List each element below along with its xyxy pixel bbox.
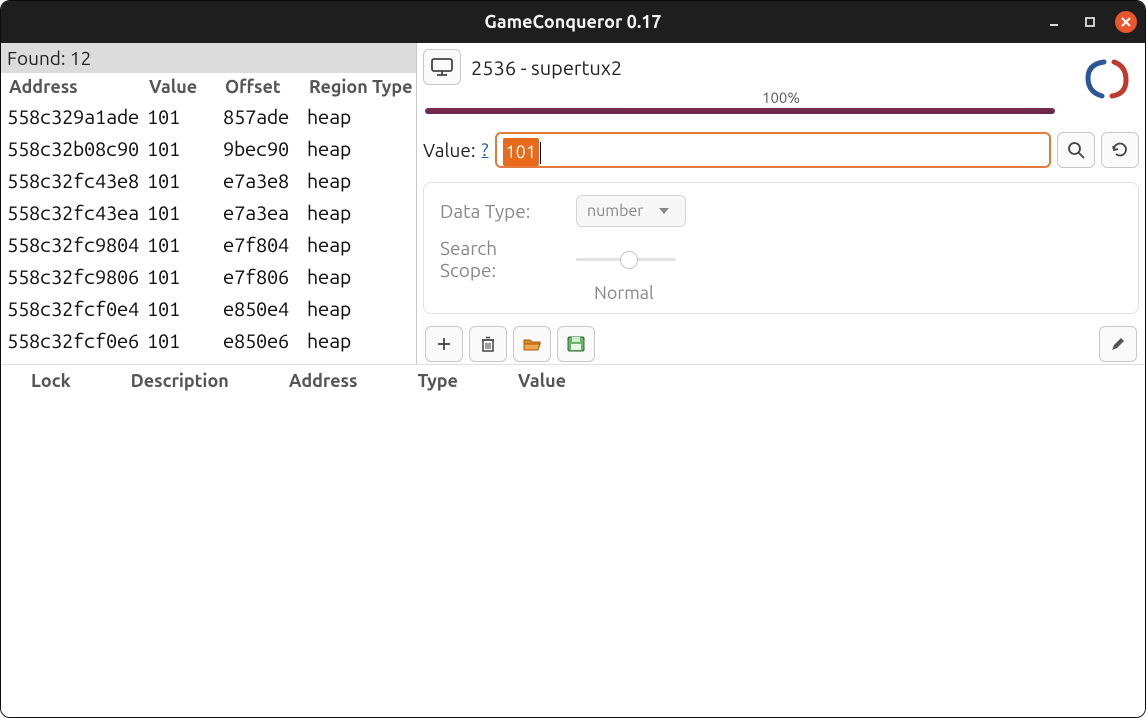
progress-label: 100%	[425, 89, 1137, 106]
cheat-list-header: Lock Description Address Type Value	[1, 364, 1145, 397]
col-offset[interactable]: Offset	[223, 77, 307, 97]
search-scope-label: Search Scope:	[440, 237, 552, 281]
save-icon	[567, 336, 585, 352]
reset-button[interactable]	[1101, 132, 1139, 168]
delete-cheat-button[interactable]	[469, 326, 507, 362]
progress-bar	[425, 108, 1055, 114]
value-input[interactable]: 101	[495, 132, 1051, 168]
window-minimize-button[interactable]	[1043, 11, 1065, 33]
data-type-value: number	[587, 202, 643, 220]
value-help-link[interactable]: ?	[482, 140, 489, 160]
data-type-label: Data Type:	[440, 200, 552, 222]
select-process-button[interactable]	[423, 49, 461, 85]
cell-addr: 558c32fc43ea	[7, 199, 147, 227]
results-row[interactable]: 558c32fcf0e6101e850e6heap	[1, 325, 416, 357]
cell-value: 101	[147, 231, 223, 259]
open-cheats-button[interactable]	[513, 326, 551, 362]
process-label: 2536 - supertux2	[471, 56, 622, 79]
cell-value: 101	[147, 327, 223, 355]
titlebar: GameConqueror 0.17	[1, 1, 1145, 43]
cell-value: 101	[147, 295, 223, 323]
cell-addr: 558c32fcf0e4	[7, 295, 147, 323]
col-region-type[interactable]: Region Type	[307, 77, 417, 97]
cell-addr: 558c32b08c90	[7, 135, 147, 163]
results-row[interactable]: 558c32fc43ea101e7a3eaheap	[1, 197, 416, 229]
folder-open-icon	[523, 336, 541, 352]
cell-offset: e7a3ea	[223, 199, 307, 227]
cell-offset: e7a3e8	[223, 167, 307, 195]
cell-value: 101	[147, 135, 223, 163]
results-row[interactable]: 558c32fc9804101e7f804heap	[1, 229, 416, 261]
window-maximize-button[interactable]	[1079, 11, 1101, 33]
cell-region: heap	[307, 327, 417, 355]
search-button[interactable]	[1057, 132, 1095, 168]
save-cheats-button[interactable]	[557, 326, 595, 362]
cell-addr: 558c32fc9804	[7, 231, 147, 259]
search-scope-slider[interactable]	[576, 249, 676, 269]
col-cheat-address[interactable]: Address	[289, 371, 358, 391]
found-count-label: Found: 12	[1, 43, 416, 73]
scan-options: Data Type: number Search Scope: Nor	[423, 182, 1139, 314]
window-close-button[interactable]	[1115, 11, 1137, 33]
monitor-icon	[431, 58, 453, 76]
cell-region: heap	[307, 199, 417, 227]
cell-region: heap	[307, 295, 417, 323]
col-type[interactable]: Type	[418, 371, 458, 391]
cell-region: heap	[307, 167, 417, 195]
cell-offset: e850e4	[223, 295, 307, 323]
cell-region: heap	[307, 263, 417, 291]
cell-addr: 558c32fc9806	[7, 263, 147, 291]
cell-value: 101	[147, 167, 223, 195]
col-description[interactable]: Description	[131, 371, 229, 391]
cell-offset: e7f804	[223, 231, 307, 259]
cheat-toolbar	[423, 322, 1139, 366]
window-title: GameConqueror 0.17	[484, 12, 661, 32]
results-row[interactable]: 558c32fcf0e4101e850e4heap	[1, 293, 416, 325]
col-cheat-value[interactable]: Value	[518, 371, 566, 391]
cell-region: heap	[307, 103, 417, 131]
cell-value: 101	[147, 103, 223, 131]
memory-editor-button[interactable]	[1099, 326, 1137, 362]
add-cheat-button[interactable]	[425, 326, 463, 362]
data-type-dropdown[interactable]: number	[576, 195, 686, 227]
cell-value: 101	[147, 263, 223, 291]
results-row[interactable]: 558c329a1ade101857adeheap	[1, 101, 416, 133]
cell-offset: 857ade	[223, 103, 307, 131]
chevron-down-icon	[659, 208, 669, 214]
results-pane: Found: 12 Address Value Offset Region Ty…	[1, 43, 417, 364]
pencil-icon	[1110, 336, 1126, 352]
cell-addr: 558c32fcf0e6	[7, 327, 147, 355]
search-scope-value: Normal	[594, 283, 1122, 303]
results-row[interactable]: 558c32b08c901019bec90heap	[1, 133, 416, 165]
refresh-icon	[1111, 141, 1129, 159]
col-address[interactable]: Address	[7, 77, 147, 97]
results-row[interactable]: 558c32fc43e8101e7a3e8heap	[1, 165, 416, 197]
cell-addr: 558c32fc43e8	[7, 167, 147, 195]
cell-offset: 9bec90	[223, 135, 307, 163]
results-row[interactable]: 558c32fc9806101e7f806heap	[1, 261, 416, 293]
cell-region: heap	[307, 231, 417, 259]
trash-icon	[480, 335, 496, 353]
cell-offset: e850e6	[223, 327, 307, 355]
cheat-list-body[interactable]	[1, 397, 1145, 718]
scan-pane: 2536 - supertux2 100% Value: ? 101	[417, 43, 1145, 364]
search-icon	[1067, 141, 1085, 159]
cell-value: 101	[147, 199, 223, 227]
cell-region: heap	[307, 135, 417, 163]
col-value[interactable]: Value	[147, 77, 223, 97]
results-header: Address Value Offset Region Type	[1, 73, 416, 101]
cell-addr: 558c329a1ade	[7, 103, 147, 131]
results-body[interactable]: 558c329a1ade101857adeheap558c32b08c90101…	[1, 101, 416, 357]
plus-icon	[436, 336, 452, 352]
col-lock[interactable]: Lock	[31, 371, 71, 391]
cell-offset: e7f806	[223, 263, 307, 291]
value-label: Value:	[423, 139, 476, 161]
